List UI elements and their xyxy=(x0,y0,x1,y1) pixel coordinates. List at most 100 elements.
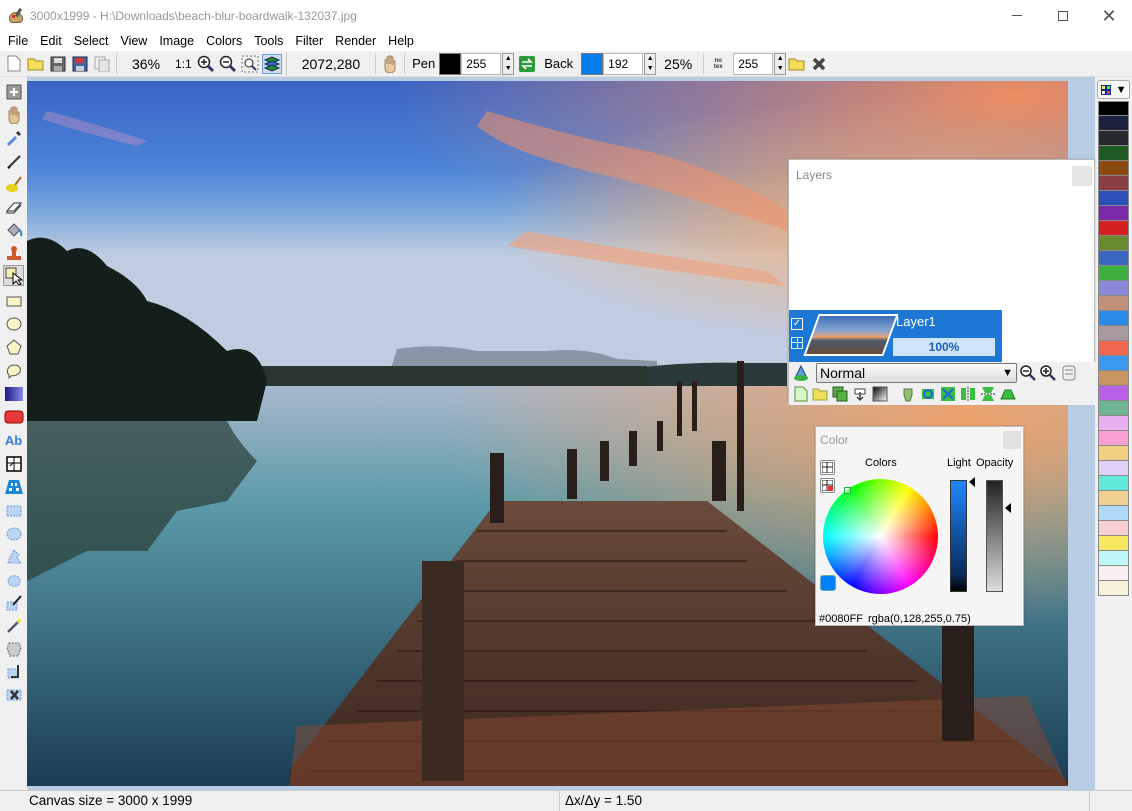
duplicate-layer-button[interactable] xyxy=(832,386,848,402)
lightness-slider[interactable] xyxy=(950,480,967,592)
zoom-out-layer-button[interactable] xyxy=(1020,365,1036,381)
palette-swatch[interactable] xyxy=(1098,371,1129,386)
palette-swatch[interactable] xyxy=(1098,521,1129,536)
tool-spline[interactable] xyxy=(3,359,24,380)
palette-swatch[interactable] xyxy=(1098,266,1129,281)
palette-swatch[interactable] xyxy=(1098,581,1129,596)
menu-help[interactable]: Help xyxy=(382,31,420,51)
palette-swatch[interactable] xyxy=(1098,506,1129,521)
minimize-button[interactable] xyxy=(994,0,1040,31)
palette-swatch[interactable] xyxy=(1098,551,1129,566)
palette-swatch[interactable] xyxy=(1098,491,1129,506)
tool-deform[interactable] xyxy=(3,453,24,474)
layer-grid-icon[interactable] xyxy=(791,337,803,349)
tool-hand[interactable] xyxy=(3,104,24,125)
tool-select-spline[interactable] xyxy=(3,569,24,590)
rotate-layer-button[interactable] xyxy=(920,386,936,402)
color-swap-button[interactable] xyxy=(820,478,835,493)
tool-magic-wand[interactable] xyxy=(3,592,24,613)
tool-clone-stamp[interactable] xyxy=(3,242,24,263)
layers-close-button[interactable] xyxy=(1072,166,1092,186)
color-mode-button[interactable] xyxy=(820,460,835,475)
menu-colors[interactable]: Colors xyxy=(200,31,248,51)
tool-fill[interactable] xyxy=(3,219,24,240)
menu-filter[interactable]: Filter xyxy=(289,31,329,51)
tool-color-picker[interactable] xyxy=(3,127,24,148)
tool-eraser[interactable] xyxy=(3,196,24,217)
tool-select[interactable] xyxy=(3,265,24,286)
lightness-slider-handle[interactable] xyxy=(969,477,975,487)
layer-properties-button[interactable] xyxy=(1061,365,1077,381)
palette-swatch[interactable] xyxy=(1098,476,1129,491)
palette-swatch[interactable] xyxy=(1098,536,1129,551)
tool-select-all[interactable] xyxy=(3,81,24,102)
tool-select-poly[interactable] xyxy=(3,546,24,567)
save-button[interactable] xyxy=(48,54,68,74)
tool-ellipse[interactable] xyxy=(3,313,24,334)
palette-swatch[interactable] xyxy=(1098,101,1129,116)
back-color-swatch[interactable] xyxy=(581,52,604,75)
tool-brush[interactable] xyxy=(3,173,24,194)
opacity-slider[interactable] xyxy=(986,480,1003,592)
palette-swatch[interactable] xyxy=(1098,161,1129,176)
load-texture-button[interactable] xyxy=(787,54,807,74)
layers-toggle-button[interactable] xyxy=(261,53,282,74)
texture-button[interactable]: no tex xyxy=(708,54,728,74)
zoom-in-layer-button[interactable] xyxy=(1040,365,1056,381)
palette-swatch[interactable] xyxy=(1098,431,1129,446)
flip-horizontal-button[interactable] xyxy=(960,386,976,402)
current-color-swatch[interactable] xyxy=(820,575,836,591)
palette-swatch[interactable] xyxy=(1098,326,1129,341)
hand-tool-button[interactable] xyxy=(380,54,400,74)
color-wheel-marker[interactable] xyxy=(844,487,851,494)
open-layer-button[interactable] xyxy=(812,386,828,402)
layer-opacity-slider[interactable]: 100% xyxy=(893,338,995,356)
texture-alpha-input[interactable]: 255 xyxy=(733,52,774,75)
tool-pen[interactable] xyxy=(3,150,24,171)
copy-button[interactable] xyxy=(92,54,112,74)
palette-swatch[interactable] xyxy=(1098,461,1129,476)
open-button[interactable] xyxy=(26,54,46,74)
color-wheel[interactable] xyxy=(823,479,938,594)
tool-select-ellipse[interactable] xyxy=(3,523,24,544)
remove-texture-button[interactable] xyxy=(809,54,829,74)
flip-vertical-button[interactable] xyxy=(980,386,996,402)
close-button[interactable]: ✕ xyxy=(1086,0,1132,31)
palette-menu-button[interactable]: ▼ xyxy=(1097,80,1130,99)
zoom-level[interactable]: 36% xyxy=(120,53,172,75)
tool-select-face[interactable] xyxy=(3,638,24,659)
tool-rounded-rectangle[interactable] xyxy=(3,406,24,427)
menu-view[interactable]: View xyxy=(114,31,153,51)
tool-delete-selection[interactable] xyxy=(3,684,24,705)
menu-tools[interactable]: Tools xyxy=(248,31,289,51)
palette-swatch[interactable] xyxy=(1098,146,1129,161)
menu-image[interactable]: Image xyxy=(153,31,200,51)
palette-swatch[interactable] xyxy=(1098,401,1129,416)
palette-swatch[interactable] xyxy=(1098,416,1129,431)
texture-alpha-spinner[interactable]: ▲ ▼ xyxy=(774,52,787,75)
maximize-button[interactable] xyxy=(1040,0,1086,31)
palette-swatch[interactable] xyxy=(1098,341,1129,356)
palette-swatch[interactable] xyxy=(1098,281,1129,296)
swap-colors-button[interactable] xyxy=(517,54,537,74)
menu-file[interactable]: File xyxy=(2,31,34,51)
move-layer-button[interactable] xyxy=(900,386,916,402)
palette-swatch[interactable] xyxy=(1098,251,1129,266)
add-layer-button[interactable] xyxy=(793,386,809,402)
menu-select[interactable]: Select xyxy=(68,31,115,51)
tool-select-pen[interactable] xyxy=(3,615,24,636)
tool-gradient[interactable] xyxy=(3,383,24,404)
save-as-button[interactable] xyxy=(70,54,90,74)
menu-render[interactable]: Render xyxy=(329,31,382,51)
palette-swatch[interactable] xyxy=(1098,116,1129,131)
layer-mask-button[interactable] xyxy=(872,386,888,402)
new-file-button[interactable] xyxy=(4,54,24,74)
palette-swatch[interactable] xyxy=(1098,191,1129,206)
palette-swatch[interactable] xyxy=(1098,131,1129,146)
pen-alpha-spinner[interactable]: ▲ ▼ xyxy=(502,52,515,75)
tool-crop[interactable] xyxy=(3,661,24,682)
palette-swatch[interactable] xyxy=(1098,446,1129,461)
palette-swatch[interactable] xyxy=(1098,176,1129,191)
pen-color-swatch[interactable] xyxy=(439,52,462,75)
palette-swatch[interactable] xyxy=(1098,296,1129,311)
